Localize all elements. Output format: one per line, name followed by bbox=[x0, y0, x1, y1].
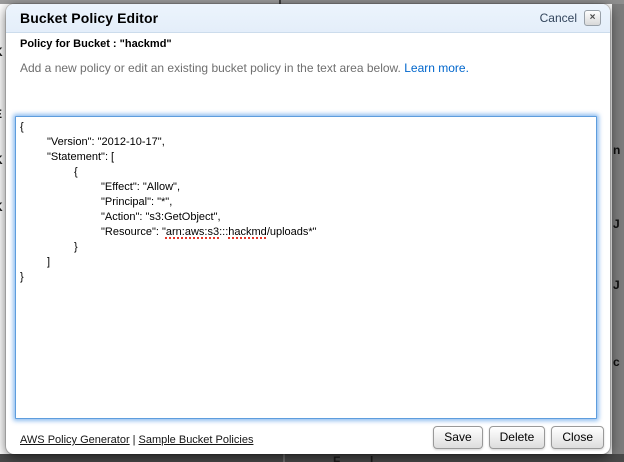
background-text-fragment: E bbox=[0, 108, 2, 120]
background-divider-bottom bbox=[283, 454, 285, 462]
close-x-glyph: × bbox=[590, 13, 596, 23]
policy-line: "Action": "s3:GetObject", bbox=[20, 210, 592, 225]
footer-buttons: Save Delete Close bbox=[433, 426, 604, 449]
misspelled-token: arn:aws:s3 bbox=[166, 226, 219, 238]
policy-line: } bbox=[20, 270, 592, 285]
aws-policy-generator-link[interactable]: AWS Policy Generator bbox=[20, 434, 130, 446]
background-text-fragment: F bbox=[333, 455, 340, 462]
close-icon[interactable]: × bbox=[584, 10, 601, 26]
policy-line: "Statement": [ bbox=[20, 150, 592, 165]
close-button[interactable]: Close bbox=[551, 426, 604, 449]
sample-bucket-policies-link[interactable]: Sample Bucket Policies bbox=[139, 434, 254, 446]
policy-line: "Principal": "*", bbox=[20, 195, 592, 210]
policy-for-bucket-label: Policy for Bucket : "hackmd" bbox=[20, 38, 172, 50]
background-text-fragment: K bbox=[0, 154, 3, 166]
background-page-bottom: Fl bbox=[0, 454, 624, 462]
save-button[interactable]: Save bbox=[433, 426, 482, 449]
footer-links: AWS Policy Generator|Sample Bucket Polic… bbox=[20, 434, 253, 446]
background-text-fragment: K bbox=[0, 46, 3, 58]
policy-line: "Effect": "Allow", bbox=[20, 180, 592, 195]
policy-line: "Resource": "arn:aws:s3:::hackmd/uploads… bbox=[20, 225, 592, 240]
bucket-policy-editor-dialog: Bucket Policy Editor Cancel × Policy for… bbox=[6, 4, 610, 454]
description-text: Add a new policy or edit an existing buc… bbox=[20, 61, 401, 75]
titlebar-actions: Cancel × bbox=[540, 10, 601, 26]
policy-line: } bbox=[20, 240, 592, 255]
delete-button[interactable]: Delete bbox=[489, 426, 546, 449]
policy-line: ] bbox=[20, 255, 592, 270]
dialog-titlebar: Bucket Policy Editor Cancel × bbox=[6, 4, 610, 33]
misspelled-token: hackmd bbox=[228, 226, 267, 238]
background-page-right bbox=[612, 0, 624, 462]
learn-more-link[interactable]: Learn more. bbox=[404, 61, 469, 75]
policy-line: "Version": "2012-10-17", bbox=[20, 135, 592, 150]
background-text-fragment: K bbox=[0, 201, 3, 213]
cancel-link[interactable]: Cancel bbox=[540, 11, 577, 25]
policy-line: { bbox=[20, 165, 592, 180]
screen: Fl KEKKnJJc Bucket Policy Editor Cancel … bbox=[0, 0, 624, 462]
policy-textarea[interactable]: {"Version": "2012-10-17","Statement": [{… bbox=[15, 116, 597, 419]
link-separator: | bbox=[133, 434, 136, 446]
dialog-title: Bucket Policy Editor bbox=[20, 10, 158, 26]
dialog-description: Add a new policy or edit an existing buc… bbox=[20, 61, 469, 75]
policy-line: { bbox=[20, 120, 592, 135]
background-text-fragment: l bbox=[370, 455, 373, 462]
